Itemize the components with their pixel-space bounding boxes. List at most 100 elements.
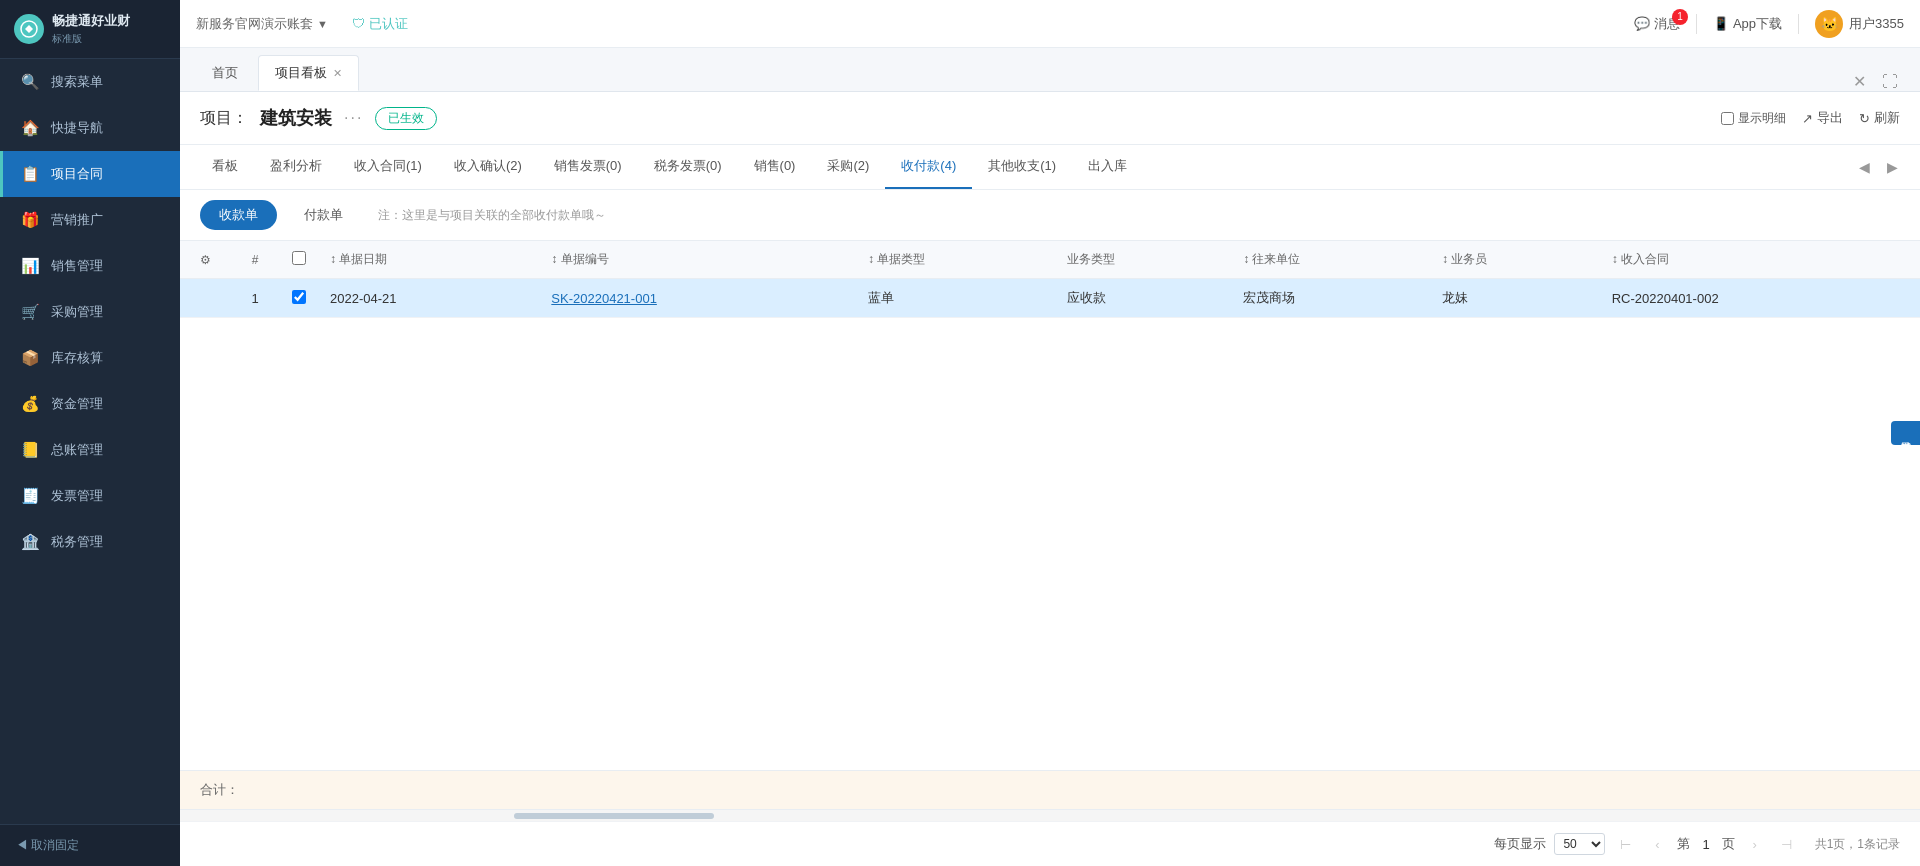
sidebar-item-shortcut[interactable]: 🏠 快捷导航 bbox=[0, 105, 180, 151]
tab-project-board-close[interactable]: ✕ bbox=[333, 67, 342, 80]
search-icon: 🔍 bbox=[19, 71, 41, 93]
project-more-btn[interactable]: ··· bbox=[344, 109, 363, 127]
subtab-income-confirm[interactable]: 收入确认(2) bbox=[438, 145, 538, 189]
th-biz-type: 业务类型 bbox=[1055, 241, 1231, 279]
row-num-0: 1 bbox=[230, 279, 280, 318]
subtab-prev-btn[interactable]: ◀ bbox=[1852, 155, 1876, 179]
user-label: 用户3355 bbox=[1849, 15, 1904, 33]
sidebar-item-invoice[interactable]: 🧾 发票管理 bbox=[0, 473, 180, 519]
app-download-button[interactable]: 📱 App下载 bbox=[1713, 15, 1782, 33]
sidebar-item-project[interactable]: 📋项目合同 bbox=[0, 151, 180, 197]
tab-project-board-label: 项目看板 bbox=[275, 64, 327, 82]
account-selector[interactable]: 新服务官网演示账套 ▼ bbox=[196, 15, 328, 33]
show-detail-checkbox[interactable]: 显示明细 bbox=[1721, 110, 1786, 127]
th-partner[interactable]: ↕ 往来单位 bbox=[1231, 241, 1430, 279]
message-button[interactable]: 💬 消息 1 bbox=[1634, 15, 1680, 33]
export-btn[interactable]: ↗ 导出 bbox=[1802, 109, 1843, 127]
tab-home[interactable]: 首页 bbox=[196, 55, 254, 91]
th-bill-type-label: ↕ 单据类型 bbox=[868, 252, 925, 266]
project-icon: 📋 bbox=[19, 163, 41, 185]
refresh-btn[interactable]: ↻ 刷新 bbox=[1859, 109, 1900, 127]
subtab-inout[interactable]: 出入库 bbox=[1072, 145, 1143, 189]
purchase-icon: 🛒 bbox=[19, 301, 41, 323]
sidebar-item-label-search: 搜索菜单 bbox=[51, 73, 103, 91]
shortcut-icon: 🏠 bbox=[19, 117, 41, 139]
table-row[interactable]: 1 2022-04-21 SK-20220421-001 蓝单 应收款 宏茂商场… bbox=[180, 279, 1920, 318]
invoice-icon: 🧾 bbox=[19, 485, 41, 507]
subtab-nav: ◀ ▶ bbox=[1852, 155, 1904, 179]
subtab-sales[interactable]: 销售(0) bbox=[738, 145, 812, 189]
table-body: 1 2022-04-21 SK-20220421-001 蓝单 应收款 宏茂商场… bbox=[180, 279, 1920, 318]
window-close-btn[interactable]: ✕ bbox=[1847, 72, 1872, 91]
scroll-thumb[interactable] bbox=[514, 813, 714, 819]
subtab-board[interactable]: 看板 bbox=[196, 145, 254, 189]
subtab-tax-invoice[interactable]: 税务发票(0) bbox=[638, 145, 738, 189]
subtab-purchase[interactable]: 采购(2) bbox=[811, 145, 885, 189]
user-menu[interactable]: 🐱 用户3355 bbox=[1815, 10, 1904, 38]
page-prev-btn[interactable]: ‹ bbox=[1645, 832, 1669, 856]
inner-tab-receipt[interactable]: 收款单 bbox=[200, 200, 277, 230]
sidebar-item-purchase[interactable]: 🛒采购管理 bbox=[0, 289, 180, 335]
subtab-next-btn[interactable]: ▶ bbox=[1880, 155, 1904, 179]
export-icon: ↗ bbox=[1802, 111, 1813, 126]
th-bill-type[interactable]: ↕ 单据类型 bbox=[856, 241, 1055, 279]
sidebar-item-sales[interactable]: 📊销售管理 bbox=[0, 243, 180, 289]
sidebar-item-label-shortcut: 快捷导航 bbox=[51, 119, 103, 137]
show-detail-input[interactable] bbox=[1721, 112, 1734, 125]
select-all-checkbox[interactable] bbox=[292, 251, 306, 265]
th-bill-no[interactable]: ↕ 单据编号 bbox=[539, 241, 856, 279]
row-income-contract-0: RC-20220401-002 bbox=[1600, 279, 1920, 318]
th-date[interactable]: ↕ 单据日期 bbox=[318, 241, 539, 279]
scroll-track[interactable] bbox=[180, 809, 1920, 821]
row-checkbox-0[interactable] bbox=[292, 290, 306, 304]
page-next-btn[interactable]: › bbox=[1743, 832, 1767, 856]
sidebar: 畅捷通好业财 标准版 🔍 搜索菜单 🏠 快捷导航 📋项目合同🎁营销推广📊销售管理🛒采购管… bbox=[0, 0, 180, 866]
project-header: 项目： 建筑安装 ··· 已生效 显示明细 ↗ 导出 ↻ 刷新 bbox=[180, 92, 1920, 145]
project-label-prefix: 项目： bbox=[200, 108, 248, 129]
th-bill-no-label: ↕ 单据编号 bbox=[551, 252, 608, 266]
th-income-contract-label: ↕ 收入合同 bbox=[1612, 252, 1669, 266]
app-download-label: App下载 bbox=[1733, 15, 1782, 33]
sidebar-item-search[interactable]: 🔍 搜索菜单 bbox=[0, 59, 180, 105]
inner-tab-payment[interactable]: 付款单 bbox=[285, 200, 362, 230]
page-first-btn[interactable]: ⊢ bbox=[1613, 832, 1637, 856]
page-size-prefix: 每页显示 bbox=[1494, 835, 1546, 853]
message-icon: 💬 bbox=[1634, 16, 1650, 31]
window-maximize-btn[interactable]: ⛶ bbox=[1876, 73, 1904, 91]
page-last-btn[interactable]: ⊣ bbox=[1775, 832, 1799, 856]
sidebar-item-inventory[interactable]: 📦库存核算 bbox=[0, 335, 180, 381]
th-income-contract[interactable]: ↕ 收入合同 bbox=[1600, 241, 1920, 279]
subtab-other-expense[interactable]: 其他收支(1) bbox=[972, 145, 1072, 189]
settings-icon[interactable]: ⚙ bbox=[200, 253, 211, 267]
th-partner-label: ↕ 往来单位 bbox=[1243, 252, 1300, 266]
sidebar-logo: 畅捷通好业财 标准版 bbox=[0, 0, 180, 59]
subtab-sales-invoice[interactable]: 销售发票(0) bbox=[538, 145, 638, 189]
sidebar-item-tax[interactable]: 🏦税务管理 bbox=[0, 519, 180, 565]
project-title: 建筑安装 bbox=[260, 106, 332, 130]
sidebar-item-label-sales: 销售管理 bbox=[51, 257, 103, 275]
refresh-label: 刷新 bbox=[1874, 109, 1900, 127]
feedback-button[interactable]: 意见反馈 bbox=[1891, 421, 1920, 445]
sidebar-item-capital[interactable]: 💰资金管理 bbox=[0, 381, 180, 427]
row-bill-no-0[interactable]: SK-20220421-001 bbox=[539, 279, 856, 318]
project-status-badge: 已生效 bbox=[375, 107, 437, 130]
topbar: 新服务官网演示账套 ▼ 🛡 已认证 💬 消息 1 📱 App下载 🐱 用 bbox=[180, 0, 1920, 48]
sidebar-item-ledger[interactable]: 📒总账管理 bbox=[0, 427, 180, 473]
sidebar-cancel-fixed[interactable]: ◀ 取消固定 bbox=[0, 824, 180, 866]
app-edition: 标准版 bbox=[52, 32, 130, 46]
subtab-income-contract[interactable]: 收入合同(1) bbox=[338, 145, 438, 189]
user-avatar: 🐱 bbox=[1815, 10, 1843, 38]
subtab-profit[interactable]: 盈利分析 bbox=[254, 145, 338, 189]
th-salesman[interactable]: ↕ 业务员 bbox=[1430, 241, 1600, 279]
tab-project-board[interactable]: 项目看板 ✕ bbox=[258, 55, 359, 91]
subtab-receipt[interactable]: 收付款(4) bbox=[885, 145, 972, 189]
sidebar-item-marketing[interactable]: 🎁营销推广 bbox=[0, 197, 180, 243]
row-check-0[interactable] bbox=[280, 279, 318, 318]
tabbar: 首页 项目看板 ✕ ✕ ⛶ bbox=[180, 48, 1920, 92]
th-settings[interactable]: ⚙ bbox=[180, 241, 230, 279]
sidebar-item-label-invoice: 发票管理 bbox=[51, 487, 103, 505]
row-biz-type-0: 应收款 bbox=[1055, 279, 1231, 318]
row-bill-no-link-0[interactable]: SK-20220421-001 bbox=[551, 291, 657, 306]
page-size-select[interactable]: 50 20 100 bbox=[1554, 833, 1605, 855]
tax-icon: 🏦 bbox=[19, 531, 41, 553]
